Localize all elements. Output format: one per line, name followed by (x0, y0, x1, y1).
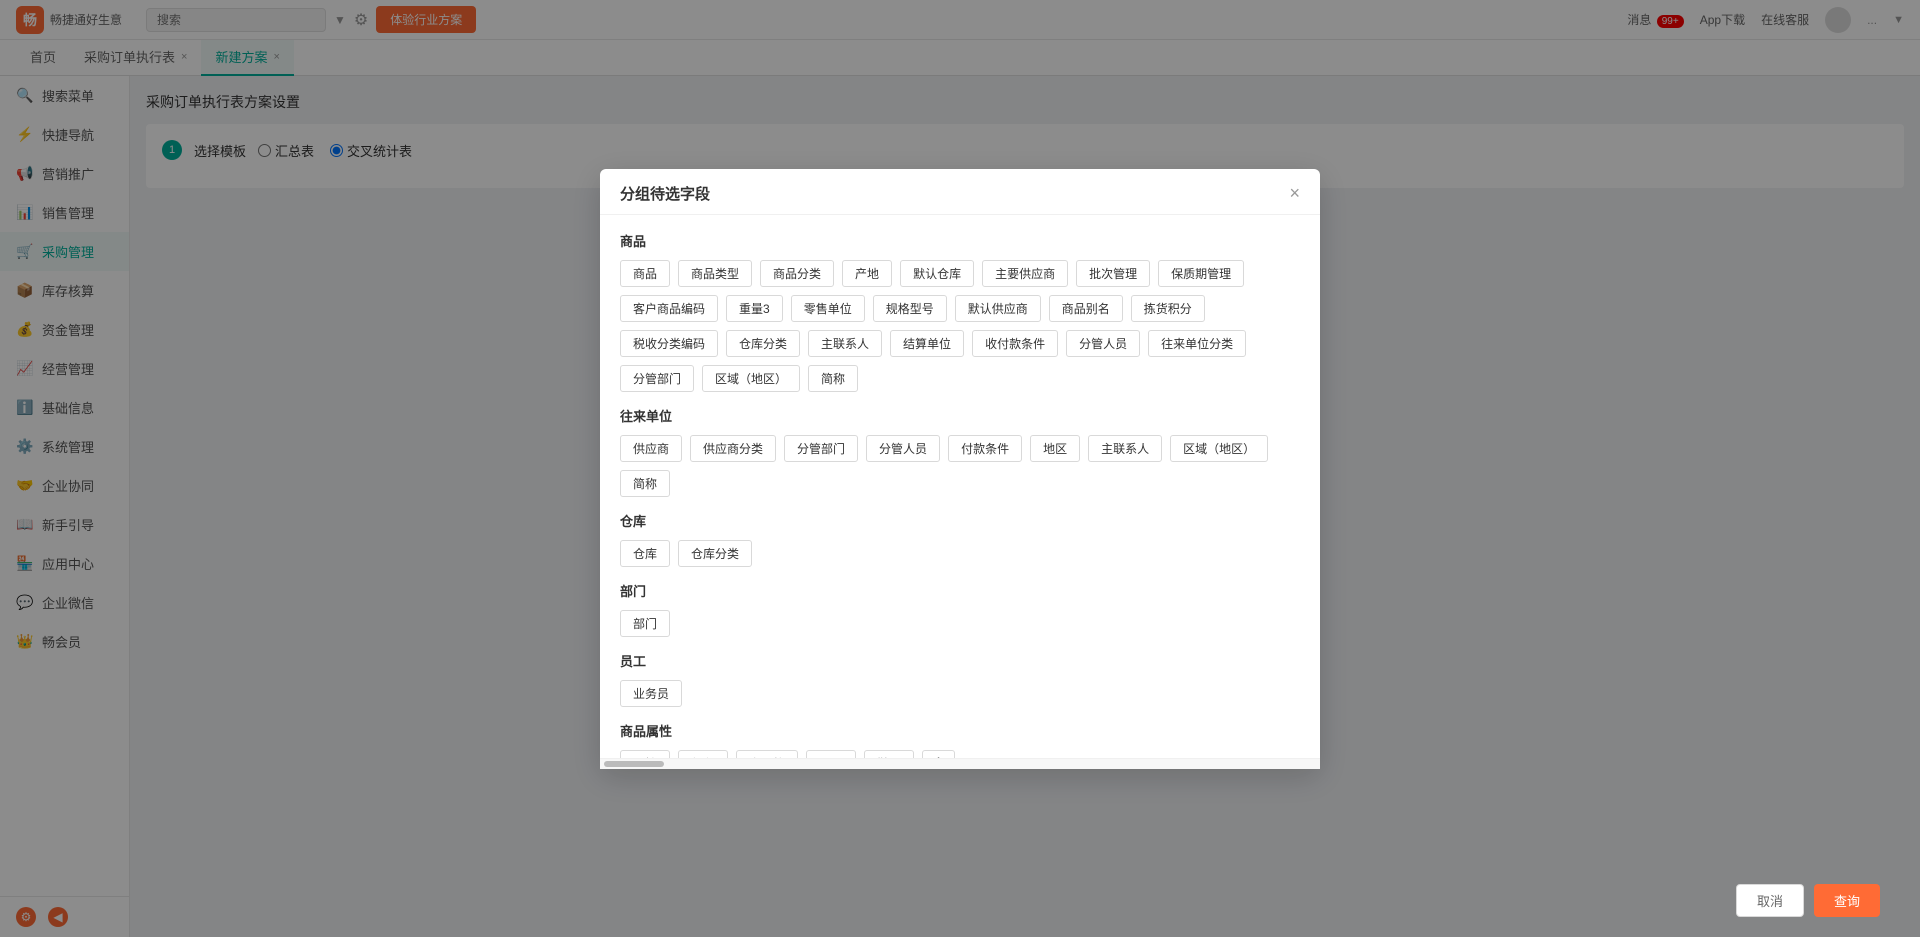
tag-item[interactable]: 部门 (620, 610, 670, 637)
tag-item[interactable]: 付款条件 (948, 435, 1022, 462)
tag-item[interactable]: 分管部门 (784, 435, 858, 462)
modal-title: 分组待选字段 (620, 183, 710, 204)
modal-horizontal-scrollbar[interactable] (600, 758, 1320, 769)
tag-item[interactable]: 供应商 (620, 435, 682, 462)
section-title-partners: 往来单位 (620, 406, 1300, 425)
section-title-goods: 商品 (620, 231, 1300, 250)
tag-item[interactable]: 主要供应商 (982, 260, 1068, 287)
tag-grid-product_attrs: 属性颜色多规格尺码鞋码 1 (620, 750, 1300, 758)
tag-item[interactable]: 简称 (808, 365, 858, 392)
section-title-employee: 员工 (620, 651, 1300, 670)
modal-footer: 取消 查询 (1736, 884, 1880, 917)
field-selection-modal: 分组待选字段 × 商品商品商品类型商品分类产地默认仓库主要供应商批次管理保质期管… (600, 169, 1320, 769)
tag-item[interactable]: 简称 (620, 470, 670, 497)
tag-item[interactable]: 分管部门 (620, 365, 694, 392)
cancel-button[interactable]: 取消 (1736, 884, 1804, 917)
tag-item[interactable]: 属性 (620, 750, 670, 758)
tag-item[interactable]: 商品别名 (1049, 295, 1123, 322)
tag-item[interactable]: 区域（地区） (702, 365, 800, 392)
section-title-warehouse: 仓库 (620, 511, 1300, 530)
tag-item[interactable]: 多规格 (736, 750, 798, 758)
tag-item[interactable]: 批次管理 (1076, 260, 1150, 287)
tag-item[interactable]: 默认仓库 (900, 260, 974, 287)
tag-item[interactable]: 仓库分类 (726, 330, 800, 357)
tag-item[interactable]: 保质期管理 (1158, 260, 1244, 287)
modal-body: 商品商品商品类型商品分类产地默认仓库主要供应商批次管理保质期管理客户商品编码重量… (600, 215, 1320, 758)
modal-overlay[interactable]: 分组待选字段 × 商品商品商品类型商品分类产地默认仓库主要供应商批次管理保质期管… (0, 0, 1920, 937)
tag-grid-goods: 商品商品类型商品分类产地默认仓库主要供应商批次管理保质期管理客户商品编码重量3 零… (620, 260, 1300, 392)
tag-item[interactable]: 商品类型 (678, 260, 752, 287)
tag-item[interactable]: 收付款条件 (972, 330, 1058, 357)
tag-item[interactable]: 结算单位 (890, 330, 964, 357)
tag-item[interactable]: 区域（地区） (1170, 435, 1268, 462)
tag-item[interactable]: 重量3 (726, 295, 783, 322)
section-title-product_attrs: 商品属性 (620, 721, 1300, 740)
tag-item[interactable]: 商品 (620, 260, 670, 287)
tag-item[interactable]: 主联系人 (808, 330, 882, 357)
section-title-department: 部门 (620, 581, 1300, 600)
tag-grid-warehouse: 仓库仓库分类 (620, 540, 1300, 567)
tag-item[interactable]: 尺码 (806, 750, 856, 758)
tag-item[interactable]: 供应商分类 (690, 435, 776, 462)
tag-item[interactable]: 业务员 (620, 680, 682, 707)
tag-item[interactable]: 客户商品编码 (620, 295, 718, 322)
tag-item[interactable]: 拣货积分 (1131, 295, 1205, 322)
tag-item[interactable]: 颜色 (678, 750, 728, 758)
tag-grid-department: 部门 (620, 610, 1300, 637)
tag-item[interactable]: 规格型号 (873, 295, 947, 322)
tag-item[interactable]: 分管人员 (866, 435, 940, 462)
tag-grid-partners: 供应商供应商分类分管部门分管人员付款条件地区主联系人区域（地区） 简称 (620, 435, 1300, 497)
tag-item[interactable]: 地区 (1030, 435, 1080, 462)
tag-item[interactable]: 分管人员 (1066, 330, 1140, 357)
tag-item[interactable]: 1 (922, 750, 955, 758)
tag-item[interactable]: 默认供应商 (955, 295, 1041, 322)
tag-item[interactable]: 鞋码 (864, 750, 914, 758)
tag-item[interactable]: 主联系人 (1088, 435, 1162, 462)
tag-item[interactable]: 产地 (842, 260, 892, 287)
tag-item[interactable]: 零售单位 (791, 295, 865, 322)
tag-grid-employee: 业务员 (620, 680, 1300, 707)
tag-item[interactable]: 仓库分类 (678, 540, 752, 567)
modal-close-icon[interactable]: × (1289, 184, 1300, 202)
tag-item[interactable]: 往来单位分类 (1148, 330, 1246, 357)
modal-header: 分组待选字段 × (600, 169, 1320, 215)
tag-item[interactable]: 商品分类 (760, 260, 834, 287)
tag-item[interactable]: 税收分类编码 (620, 330, 718, 357)
confirm-button[interactable]: 查询 (1814, 884, 1880, 917)
tag-item[interactable]: 仓库 (620, 540, 670, 567)
